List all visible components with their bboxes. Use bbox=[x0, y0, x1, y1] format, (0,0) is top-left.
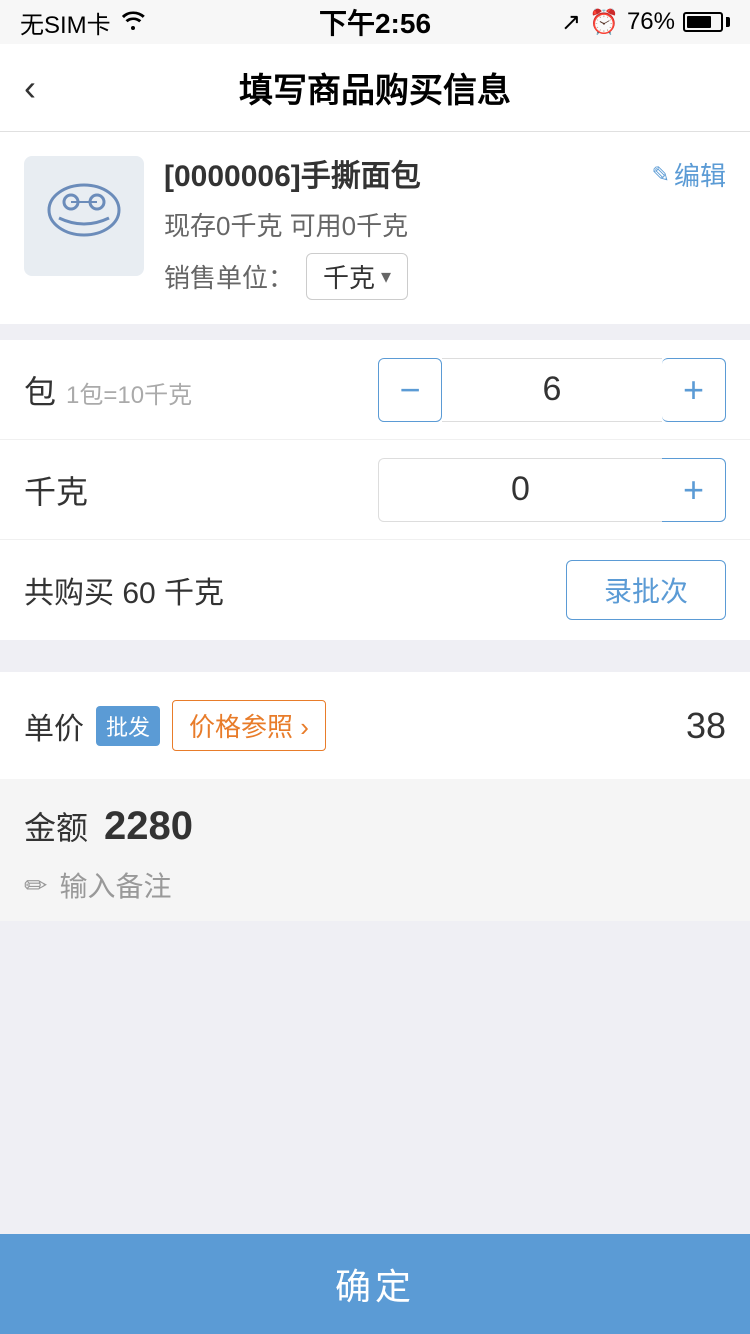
bag-plus-button[interactable]: + bbox=[662, 358, 726, 422]
bag-quantity-input[interactable] bbox=[442, 358, 662, 422]
unit-price-label: 单价 bbox=[24, 704, 84, 748]
nav-bar: ‹ 填写商品购买信息 bbox=[0, 44, 750, 132]
edit-label: 编辑 bbox=[674, 156, 726, 193]
product-info: [0000006]手撕面包 ✎ 编辑 现存0千克 可用0千克 销售单位： 千克 … bbox=[164, 156, 726, 300]
product-image bbox=[24, 156, 144, 276]
location-icon: ↗ bbox=[561, 8, 581, 37]
product-card: [0000006]手撕面包 ✎ 编辑 现存0千克 可用0千克 销售单位： 千克 … bbox=[0, 132, 750, 324]
bag-input-controls: − + bbox=[378, 358, 726, 422]
status-bar-right: ↗ ⏰ 76% bbox=[561, 8, 730, 37]
price-row: 单价 批发 价格参照 › 38 bbox=[0, 672, 750, 779]
bag-label: 包 bbox=[24, 367, 56, 413]
unit-label: 销售单位： bbox=[164, 258, 294, 295]
alarm-icon: ⏰ bbox=[589, 8, 619, 37]
price-section: 单价 批发 价格参照 › 38 bbox=[0, 672, 750, 779]
pencil-icon: ✏ bbox=[24, 869, 47, 902]
battery-indicator bbox=[683, 12, 730, 32]
carrier-label: 无SIM卡 bbox=[20, 5, 111, 40]
input-section: 包 1包=10千克 − + 千克 + bbox=[0, 340, 750, 540]
price-value: 38 bbox=[686, 705, 726, 747]
amount-label: 金额 bbox=[24, 803, 88, 849]
page-title: 填写商品购买信息 bbox=[239, 63, 511, 112]
bag-sub-label: 1包=10千克 bbox=[66, 375, 192, 410]
summary-section: 共购买 60 千克 录批次 bbox=[0, 540, 750, 640]
wifi-icon bbox=[119, 8, 147, 37]
bag-label-group: 包 1包=10千克 bbox=[24, 367, 284, 413]
price-ref-button[interactable]: 价格参照 › bbox=[172, 700, 326, 751]
product-stock: 现存0千克 可用0千克 bbox=[164, 206, 726, 243]
amount-section: 金额 2280 ✏ 输入备注 bbox=[0, 779, 750, 921]
summary-text: 共购买 60 千克 bbox=[24, 568, 224, 612]
kg-plus-button[interactable]: + bbox=[662, 458, 726, 522]
status-bar-time: 下午2:56 bbox=[319, 2, 431, 42]
batch-button[interactable]: 录批次 bbox=[566, 560, 726, 620]
remark-placeholder: 输入备注 bbox=[59, 865, 171, 905]
product-name: [0000006]手撕面包 bbox=[164, 156, 421, 198]
battery-label: 76% bbox=[627, 8, 675, 36]
product-logo-icon bbox=[44, 180, 124, 252]
amount-row: 金额 2280 bbox=[24, 803, 726, 849]
kg-input-controls: + bbox=[378, 458, 726, 522]
empty-space bbox=[0, 921, 750, 1221]
remark-row[interactable]: ✏ 输入备注 bbox=[24, 865, 726, 905]
dropdown-arrow-icon: ▾ bbox=[381, 264, 391, 289]
back-button[interactable]: ‹ bbox=[24, 67, 36, 109]
divider-1 bbox=[0, 324, 750, 340]
divider-2 bbox=[0, 640, 750, 656]
price-tag-badge: 批发 bbox=[96, 706, 160, 746]
edit-icon: ✎ bbox=[652, 162, 670, 188]
edit-product-button[interactable]: ✎ 编辑 bbox=[652, 156, 726, 193]
product-unit-row: 销售单位： 千克 ▾ bbox=[164, 253, 726, 300]
confirm-button[interactable]: 确定 bbox=[0, 1234, 750, 1334]
unit-value: 千克 bbox=[323, 258, 375, 295]
kg-input-row: 千克 + bbox=[0, 440, 750, 540]
kg-quantity-input[interactable] bbox=[378, 458, 662, 522]
status-bar: 无SIM卡 下午2:56 ↗ ⏰ 76% bbox=[0, 0, 750, 44]
kg-label: 千克 bbox=[24, 467, 88, 513]
status-bar-left: 无SIM卡 bbox=[20, 5, 147, 40]
bag-minus-button[interactable]: − bbox=[378, 358, 442, 422]
kg-label-group: 千克 bbox=[24, 467, 284, 513]
unit-selector[interactable]: 千克 ▾ bbox=[306, 253, 408, 300]
bag-input-row: 包 1包=10千克 − + bbox=[0, 340, 750, 440]
amount-value: 2280 bbox=[104, 804, 193, 849]
